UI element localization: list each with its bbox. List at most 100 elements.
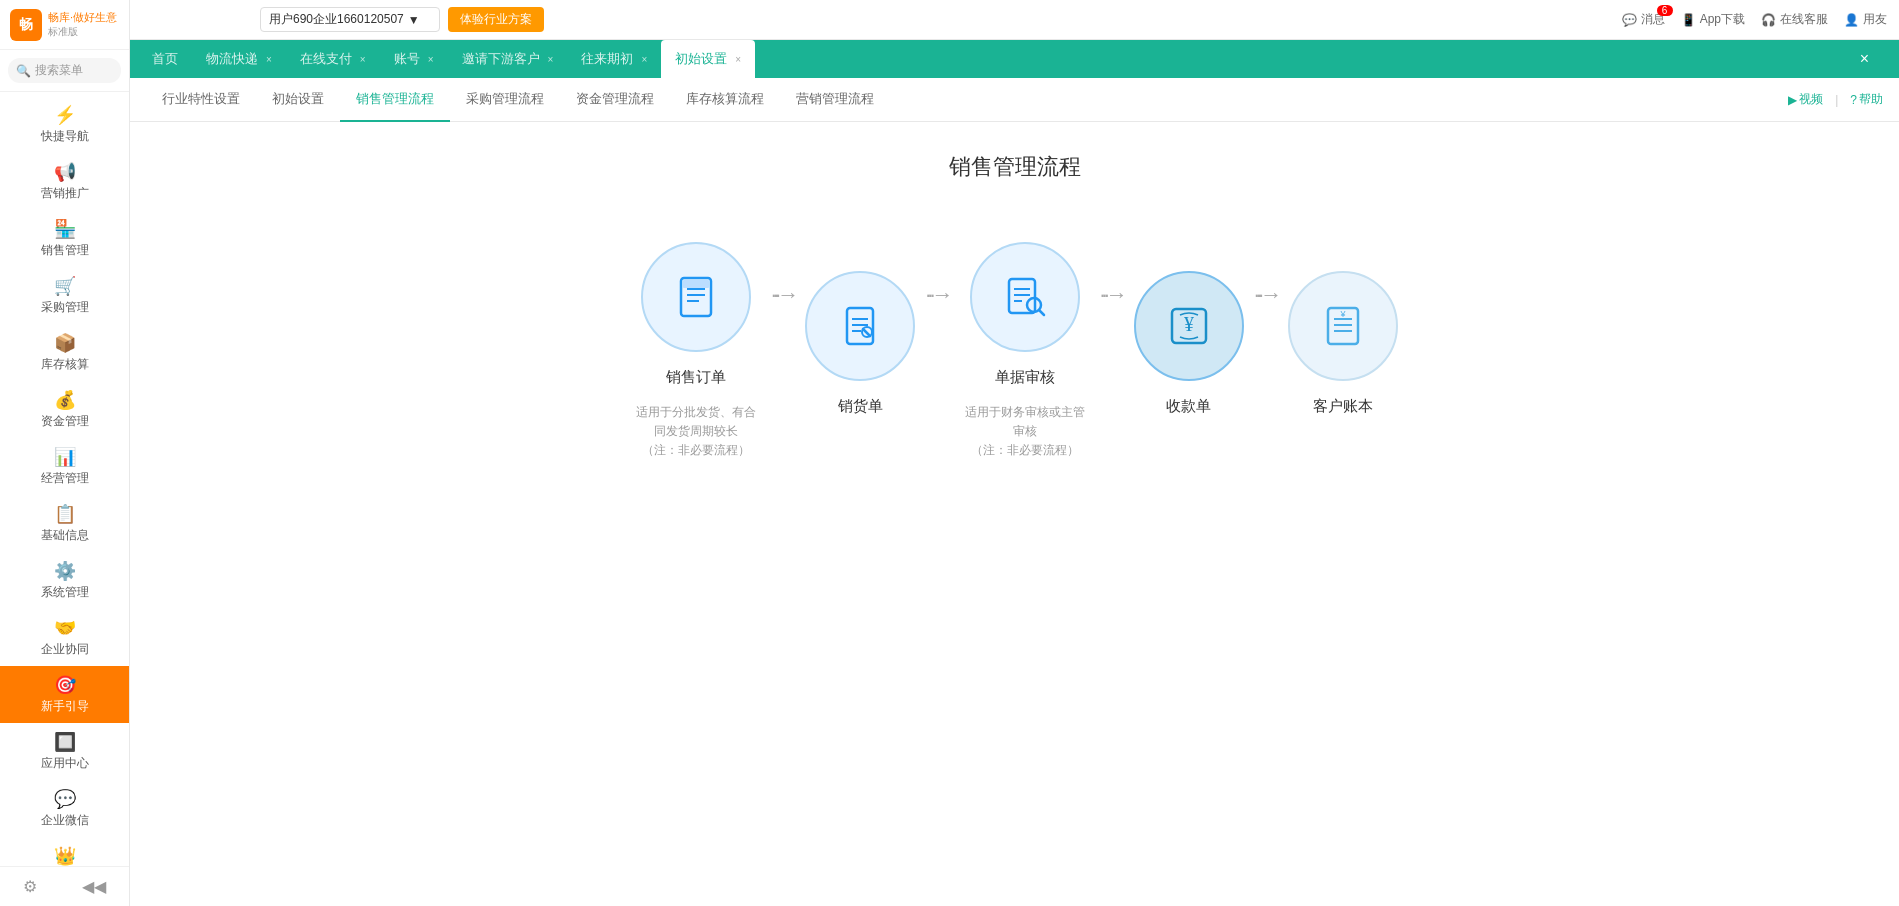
tab-payment-close[interactable]: × bbox=[360, 54, 366, 65]
flow-node-sales-order[interactable]: 销售订单 适用于分批发货、有合同发货周期较长（注：非必要流程） bbox=[631, 242, 761, 461]
svg-rect-4 bbox=[683, 280, 709, 288]
sidebar-item-label: 库存核算 bbox=[41, 356, 89, 373]
sidebar-item-finance[interactable]: 💰 资金管理 bbox=[0, 381, 129, 438]
tab-init[interactable]: 初始设置 × bbox=[661, 40, 755, 78]
top-bar-right: 💬 消息 6 📱 App下载 🎧 在线客服 👤 用友 bbox=[1622, 11, 1887, 28]
tab-period[interactable]: 往来期初 × bbox=[567, 40, 661, 78]
flow-arrow-1: ···→ bbox=[771, 282, 795, 308]
sidebar-item-marketing[interactable]: 📢 营销推广 bbox=[0, 153, 129, 210]
ctab-marketing-flow[interactable]: 营销管理流程 bbox=[780, 78, 890, 122]
sidebar-item-system[interactable]: ⚙️ 系统管理 bbox=[0, 552, 129, 609]
ctab-purchase-flow-label: 采购管理流程 bbox=[466, 90, 544, 108]
sidebar-item-wxwork[interactable]: 💬 企业微信 bbox=[0, 780, 129, 837]
purchase-icon: 🛒 bbox=[54, 275, 76, 297]
sidebar-item-quick[interactable]: ⚡ 快捷导航 bbox=[0, 96, 129, 153]
tab-payment[interactable]: 在线支付 × bbox=[286, 40, 380, 78]
sidebar-item-label: 新手引导 bbox=[41, 698, 89, 715]
marketing-icon: 📢 bbox=[54, 161, 76, 183]
tab-payment-label: 在线支付 bbox=[300, 50, 352, 68]
sidebar-item-guide[interactable]: 🎯 新手引导 bbox=[0, 666, 129, 723]
flow-circle-review bbox=[970, 242, 1080, 352]
member-icon: 👑 bbox=[54, 845, 76, 866]
service-icon: 🎧 bbox=[1761, 13, 1776, 27]
tab-logistics-close[interactable]: × bbox=[266, 54, 272, 65]
video-btn[interactable]: ▶ 视频 bbox=[1788, 91, 1823, 108]
sidebar-item-appstore[interactable]: 🔲 应用中心 bbox=[0, 723, 129, 780]
ctab-finance-flow-label: 资金管理流程 bbox=[576, 90, 654, 108]
ctab-init[interactable]: 初始设置 bbox=[256, 78, 340, 122]
settings-bottom-btn[interactable]: ⚙ bbox=[19, 873, 41, 900]
ctab-industry[interactable]: 行业特性设置 bbox=[146, 78, 256, 122]
nav-close-all[interactable]: × bbox=[1860, 50, 1869, 68]
sidebar-item-member[interactable]: 👑 畅会员 bbox=[0, 837, 129, 866]
tab-invite-close[interactable]: × bbox=[548, 54, 554, 65]
app-label: App下载 bbox=[1700, 11, 1745, 28]
page-title: 销售管理流程 bbox=[150, 152, 1879, 182]
app-download-btn[interactable]: 📱 App下载 bbox=[1681, 11, 1745, 28]
logo-icon: 畅 bbox=[10, 9, 42, 41]
quick-icon: ⚡ bbox=[54, 104, 76, 126]
flow-node-account[interactable]: ¥ 客户账本 bbox=[1288, 271, 1398, 432]
nav-tabs: 首页 物流快递 × 在线支付 × 账号 × 邀请下游客户 × 往来期初 × 初始… bbox=[130, 40, 1899, 78]
ctab-marketing-flow-label: 营销管理流程 bbox=[796, 90, 874, 108]
message-badge: 6 bbox=[1657, 5, 1673, 16]
sidebar-menu: ⚡ 快捷导航 📢 营销推广 🏪 销售管理 🛒 采购管理 📦 库存核算 💰 资金管… bbox=[0, 92, 129, 866]
top-bar: 用户690企业1660120507 ▼ 体验行业方案 💬 消息 6 📱 App下… bbox=[130, 0, 1899, 40]
flow-arrow-3: ···→ bbox=[1100, 282, 1124, 308]
ctab-sales-flow[interactable]: 销售管理流程 bbox=[340, 78, 450, 122]
message-btn[interactable]: 💬 消息 6 bbox=[1622, 11, 1665, 28]
tab-init-label: 初始设置 bbox=[675, 50, 727, 68]
sidebar-item-sales[interactable]: 🏪 销售管理 bbox=[0, 210, 129, 267]
sidebar-item-inventory[interactable]: 📦 库存核算 bbox=[0, 324, 129, 381]
sidebar-item-basic[interactable]: 📋 基础信息 bbox=[0, 495, 129, 552]
tab-account[interactable]: 账号 × bbox=[380, 40, 448, 78]
sidebar-item-label: 资金管理 bbox=[41, 413, 89, 430]
tab-invite-label: 邀请下游客户 bbox=[462, 50, 540, 68]
flow-arrow-4: ···→ bbox=[1254, 282, 1278, 308]
operation-icon: 📊 bbox=[54, 446, 76, 468]
flow-circle-receipt: ¥ bbox=[1134, 271, 1244, 381]
flow-circle-account: ¥ bbox=[1288, 271, 1398, 381]
avatar-icon: 👤 bbox=[1844, 13, 1859, 27]
ctab-finance-flow[interactable]: 资金管理流程 bbox=[560, 78, 670, 122]
flow-node-review[interactable]: 单据审核 适用于财务审核或主管审核（注：非必要流程） bbox=[960, 242, 1090, 461]
page-body: 销售管理流程 销售订单 适用于分批发货、有合同发货周期较长（注：非必要流程） bbox=[130, 122, 1899, 906]
logo-text: 畅库·做好生意 bbox=[48, 10, 117, 24]
tab-logistics-label: 物流快递 bbox=[206, 50, 258, 68]
tab-tools: ▶ 视频 | ? 帮助 bbox=[1788, 91, 1883, 108]
flow-circle-delivery bbox=[805, 271, 915, 381]
help-btn[interactable]: ? 帮助 bbox=[1850, 91, 1883, 108]
ctab-inventory-flow-label: 库存核算流程 bbox=[686, 90, 764, 108]
sidebar-item-collab[interactable]: 🤝 企业协同 bbox=[0, 609, 129, 666]
collapse-bottom-btn[interactable]: ◀◀ bbox=[78, 873, 110, 900]
ctab-purchase-flow[interactable]: 采购管理流程 bbox=[450, 78, 560, 122]
tab-logistics[interactable]: 物流快递 × bbox=[192, 40, 286, 78]
node-review-title: 单据审核 bbox=[995, 368, 1055, 387]
sidebar-item-purchase[interactable]: 🛒 采购管理 bbox=[0, 267, 129, 324]
tab-invite[interactable]: 邀请下游客户 × bbox=[448, 40, 568, 78]
search-label: 搜索菜单 bbox=[35, 62, 83, 79]
user-selector[interactable]: 用户690企业1660120507 ▼ bbox=[260, 7, 440, 32]
flow-node-delivery[interactable]: 销货单 bbox=[805, 271, 915, 432]
node-delivery-title: 销货单 bbox=[838, 397, 883, 416]
sidebar-item-operation[interactable]: 📊 经营管理 bbox=[0, 438, 129, 495]
ctab-inventory-flow[interactable]: 库存核算流程 bbox=[670, 78, 780, 122]
tab-init-close[interactable]: × bbox=[735, 54, 741, 65]
tab-account-close[interactable]: × bbox=[428, 54, 434, 65]
tab-account-label: 账号 bbox=[394, 50, 420, 68]
logo-sub: 标准版 bbox=[48, 25, 117, 39]
trial-button[interactable]: 体验行业方案 bbox=[448, 7, 544, 32]
guide-icon: 🎯 bbox=[54, 674, 76, 696]
finance-icon: 💰 bbox=[54, 389, 76, 411]
sidebar-search[interactable]: 🔍 搜索菜单 bbox=[0, 50, 129, 92]
user-avatar-btn[interactable]: 👤 用友 bbox=[1844, 11, 1887, 28]
sidebar-item-label: 销售管理 bbox=[41, 242, 89, 259]
sales-icon: 🏪 bbox=[54, 218, 76, 240]
appstore-icon: 🔲 bbox=[54, 731, 76, 753]
flow-node-receipt[interactable]: ¥ 收款单 bbox=[1134, 271, 1244, 432]
tab-period-close[interactable]: × bbox=[641, 54, 647, 65]
content-tabs: 行业特性设置 初始设置 销售管理流程 采购管理流程 资金管理流程 库存核算流程 … bbox=[130, 78, 1899, 122]
tab-home[interactable]: 首页 bbox=[138, 40, 192, 78]
service-btn[interactable]: 🎧 在线客服 bbox=[1761, 11, 1828, 28]
top-bar-left: 用户690企业1660120507 ▼ 体验行业方案 bbox=[130, 7, 544, 32]
